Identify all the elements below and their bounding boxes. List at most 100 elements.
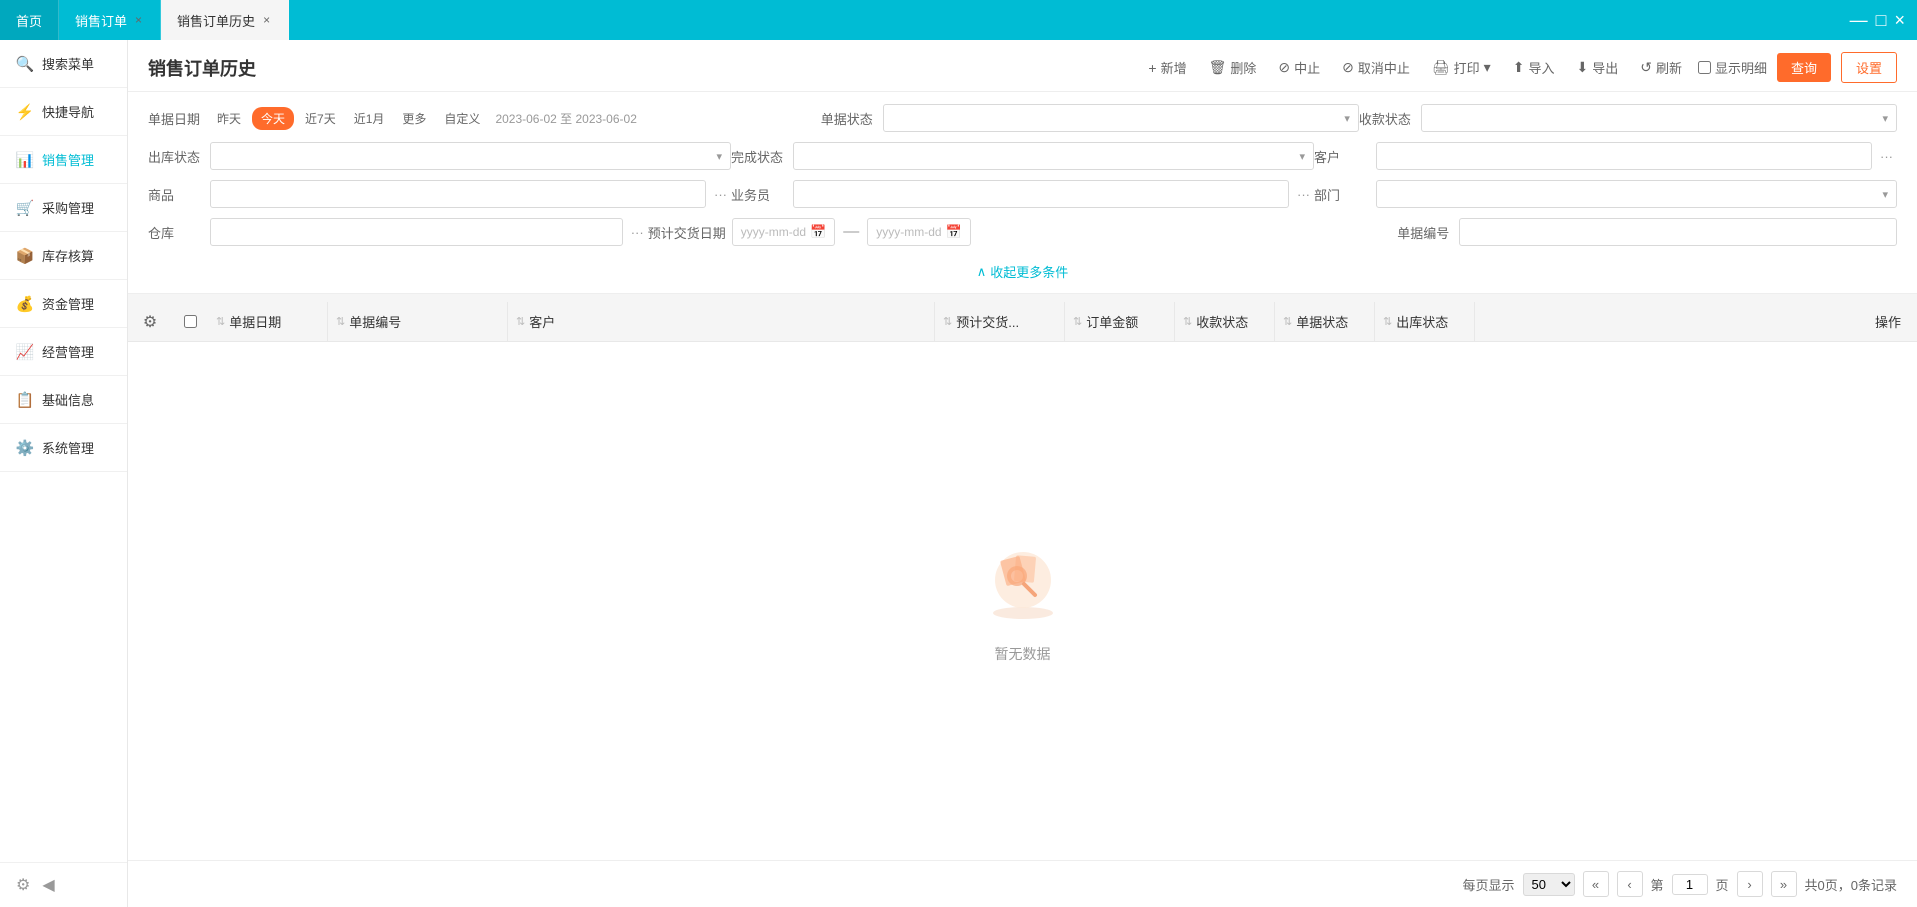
th-doc-number[interactable]: ⇅ 单据编号 (328, 302, 508, 341)
tab-sales-order[interactable]: 销售订单 × (59, 0, 161, 40)
minimize-icon[interactable]: — (1850, 10, 1868, 31)
filter-row-3: 商品 ··· 业务员 ··· (148, 180, 1897, 208)
display-toggle[interactable]: 显示明细 (1698, 58, 1767, 77)
th-sort-payment-status-icon: ⇅ (1183, 315, 1192, 328)
per-page-select[interactable]: 50 10 20 100 (1523, 873, 1575, 896)
sidebar-item-sys-mgmt[interactable]: ⚙️ 系统管理 (0, 424, 127, 472)
delivery-date-start-value: yyyy-mm-dd (741, 225, 806, 239)
warehouse-more-icon[interactable]: ··· (627, 225, 648, 240)
filter-section: 单据日期 昨天 今天 近7天 近1月 更多 自定义 2023-06-02 至 2… (128, 92, 1917, 294)
payment-status-select[interactable]: ▾ (1421, 104, 1897, 132)
date-btn-more[interactable]: 更多 (395, 107, 433, 130)
th-payment-status-label: 收款状态 (1196, 312, 1248, 331)
maximize-icon[interactable]: □ (1876, 10, 1887, 31)
quick-nav-icon: ⚡ (16, 103, 34, 121)
query-button[interactable]: 查询 (1777, 53, 1831, 82)
outbound-status-select[interactable]: ▾ (210, 142, 731, 170)
sidebar-item-finance-label: 资金管理 (42, 294, 94, 313)
date-btn-last1month[interactable]: 近1月 (347, 107, 392, 130)
new-label: 新增 (1161, 58, 1187, 77)
tab-list: 首页 销售订单 × 销售订单历史 × (0, 0, 1838, 40)
collapse-more-btn[interactable]: ∧ 收起更多条件 (148, 256, 1897, 281)
tab-sales-order-label: 销售订单 (75, 11, 127, 30)
department-select[interactable]: ▾ (1376, 180, 1897, 208)
date-btn-yesterday[interactable]: 昨天 (210, 107, 248, 130)
sidebar-item-inventory[interactable]: 📦 库存核算 (0, 232, 127, 280)
new-button[interactable]: + 新增 (1142, 54, 1192, 81)
th-delivery-date[interactable]: ⇅ 预计交货... (935, 302, 1065, 341)
date-btn-today[interactable]: 今天 (252, 107, 294, 130)
tab-sales-order-close[interactable]: × (133, 11, 144, 29)
warehouse-select[interactable] (210, 218, 623, 246)
date-btn-last7days[interactable]: 近7天 (298, 107, 343, 130)
th-payment-status[interactable]: ⇅ 收款状态 (1175, 302, 1275, 341)
table-settings-btn[interactable]: ⚙ (128, 312, 172, 332)
print-button[interactable]: 🖨 打印 ▾ (1426, 54, 1497, 81)
table-select-all[interactable] (172, 315, 208, 328)
import-icon: ⬆ (1513, 59, 1525, 76)
customer-more-icon[interactable]: ··· (1876, 149, 1897, 164)
delivery-date-end-input[interactable]: yyyy-mm-dd 📅 (867, 218, 971, 246)
import-button[interactable]: ⬆ 导入 (1507, 54, 1561, 81)
empty-text-label: 暂无数据 (995, 644, 1051, 664)
cancel-stop-button[interactable]: ⊘ 取消中止 (1336, 54, 1416, 81)
settings-button[interactable]: 设置 (1841, 52, 1897, 83)
sidebar-item-quick-nav[interactable]: ⚡ 快捷导航 (0, 88, 127, 136)
product-more-icon[interactable]: ··· (710, 187, 731, 202)
first-page-btn[interactable]: « (1583, 871, 1609, 897)
prev-page-btn[interactable]: ‹ (1617, 871, 1643, 897)
page-suffix: 页 (1716, 875, 1729, 894)
select-all-checkbox[interactable] (184, 315, 197, 328)
sidebar-item-basic-info[interactable]: 📋 基础信息 (0, 376, 127, 424)
sidebar-item-purchase-mgmt[interactable]: 🛒 采购管理 (0, 184, 127, 232)
th-doc-status[interactable]: ⇅ 单据状态 (1275, 302, 1375, 341)
filter-doc-date: 单据日期 昨天 今天 近7天 近1月 更多 自定义 2023-06-02 至 2… (148, 107, 821, 130)
sidebar-item-finance[interactable]: 💰 资金管理 (0, 280, 127, 328)
th-order-amount[interactable]: ⇅ 订单金额 (1065, 302, 1175, 341)
completion-status-label: 完成状态 (731, 147, 787, 166)
sidebar-item-basic-info-label: 基础信息 (42, 390, 94, 409)
sidebar-item-search-menu-label: 搜索菜单 (42, 54, 94, 73)
page-number-input[interactable] (1672, 874, 1708, 895)
last-page-btn[interactable]: » (1771, 871, 1797, 897)
date-btn-custom[interactable]: 自定义 (437, 107, 487, 130)
th-sort-doc-status-icon: ⇅ (1283, 315, 1292, 328)
th-outbound-status[interactable]: ⇅ 出库状态 (1375, 302, 1475, 341)
doc-status-chevron-icon: ▾ (1344, 112, 1350, 125)
sidebar-collapse-icon[interactable]: ◀ (42, 875, 54, 895)
sidebar-item-search-menu[interactable]: 🔍 搜索菜单 (0, 40, 127, 88)
outbound-status-label: 出库状态 (148, 147, 204, 166)
filter-doc-status: 单据状态 ▾ (821, 104, 1359, 132)
export-button[interactable]: ⬇ 导出 (1570, 54, 1624, 81)
filter-delivery-date: 预计交货日期 yyyy-mm-dd 📅 — yyyy-mm-dd 📅 (648, 218, 1398, 246)
salesperson-select[interactable] (793, 180, 1289, 208)
doc-status-select[interactable]: ▾ (883, 104, 1359, 132)
delivery-date-start-input[interactable]: yyyy-mm-dd 📅 (732, 218, 836, 246)
last-page-icon: » (1780, 877, 1787, 892)
tab-sales-order-history-close[interactable]: × (261, 11, 272, 29)
tab-home-label: 首页 (16, 11, 42, 30)
sidebar-item-operations[interactable]: 📈 经营管理 (0, 328, 127, 376)
th-customer[interactable]: ⇅ 客户 (508, 302, 935, 341)
th-doc-date[interactable]: ⇅ 单据日期 (208, 302, 328, 341)
sys-mgmt-icon: ⚙️ (16, 439, 34, 457)
customer-select[interactable] (1376, 142, 1872, 170)
display-cols-checkbox[interactable] (1698, 61, 1711, 74)
salesperson-more-icon[interactable]: ··· (1293, 187, 1314, 202)
operations-icon: 📈 (16, 343, 34, 361)
inventory-icon: 📦 (16, 247, 34, 265)
sidebar-settings-icon[interactable]: ⚙ (16, 875, 30, 895)
stop-button[interactable]: ⊘ 中止 (1272, 54, 1326, 81)
completion-status-select[interactable]: ▾ (793, 142, 1314, 170)
delete-button[interactable]: 🗑 删除 (1203, 54, 1263, 81)
tab-sales-order-history[interactable]: 销售订单历史 × (161, 0, 289, 40)
close-window-icon[interactable]: × (1894, 10, 1905, 31)
next-page-btn[interactable]: › (1737, 871, 1763, 897)
page-header: 销售订单历史 + 新增 🗑 删除 ⊘ 中止 ⊘ 取消中止 (128, 40, 1917, 92)
sidebar: 🔍 搜索菜单 ⚡ 快捷导航 📊 销售管理 🛒 采购管理 📦 库存核算 💰 资金管… (0, 40, 128, 907)
product-select[interactable] (210, 180, 706, 208)
doc-number-input[interactable] (1459, 218, 1897, 246)
sidebar-item-sales-mgmt[interactable]: 📊 销售管理 (0, 136, 127, 184)
refresh-button[interactable]: ↺ 刷新 (1634, 54, 1688, 81)
tab-home[interactable]: 首页 (0, 0, 59, 40)
